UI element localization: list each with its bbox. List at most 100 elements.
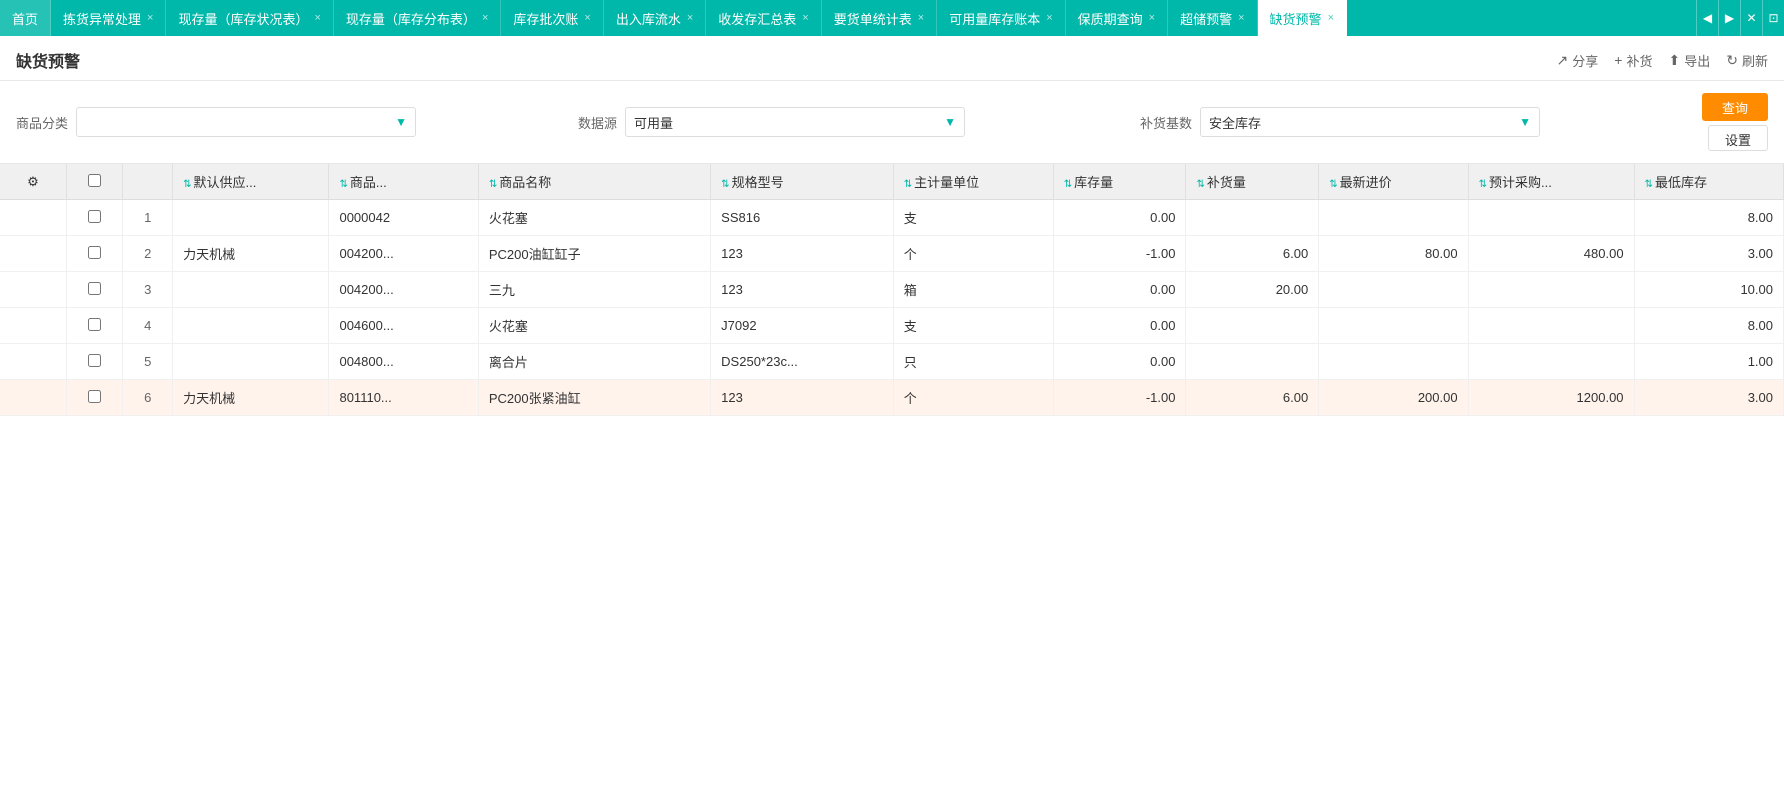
row-min-stock-2: 3.00 bbox=[1634, 236, 1783, 272]
nav-tab-in-out-flow[interactable]: 出入库流水× bbox=[604, 0, 706, 36]
replenish-base-chevron-icon: ▼ bbox=[1519, 115, 1531, 129]
row-latest-price-4 bbox=[1319, 308, 1468, 344]
row-product-code-3: 004200... bbox=[329, 272, 478, 308]
table-container: ⚙ ⇅默认供应... ⇅商品... ⇅商品名称 ⇅规格型号 bbox=[0, 164, 1784, 416]
row-product-name-5: 离合片 bbox=[478, 344, 710, 380]
column-min-stock[interactable]: ⇅最低库存 bbox=[1634, 164, 1783, 200]
filter-actions: 查询 设置 bbox=[1702, 93, 1768, 151]
tab-close-expiry-query[interactable]: × bbox=[1149, 12, 1155, 24]
datasource-select[interactable]: 可用量 ▼ bbox=[625, 107, 965, 137]
header-actions: ↗ 分享 + 补货 ⬆ 导出 ↻ 刷新 bbox=[1557, 51, 1768, 70]
select-all-checkbox[interactable] bbox=[88, 174, 101, 187]
row-min-stock-4: 8.00 bbox=[1634, 308, 1783, 344]
nav-tab-order-stats[interactable]: 要货单统计表× bbox=[822, 0, 937, 36]
row-spec-6: 123 bbox=[711, 380, 894, 416]
row-checkbox-cell[interactable] bbox=[66, 344, 122, 380]
export-button[interactable]: ⬆ 导出 bbox=[1669, 51, 1711, 70]
tab-close-overstock[interactable]: × bbox=[1238, 12, 1244, 24]
tab-close-batch-account[interactable]: × bbox=[584, 12, 590, 24]
column-row-num bbox=[123, 164, 173, 200]
latest-price-sort-icon: ⇅ bbox=[1329, 179, 1337, 190]
stock-sort-icon: ⇅ bbox=[1064, 179, 1072, 190]
nav-tab-overstock[interactable]: 超储预警× bbox=[1168, 0, 1257, 36]
row-checkbox-6[interactable] bbox=[88, 390, 101, 403]
window-close-btn[interactable]: ✕ bbox=[1740, 0, 1762, 36]
column-supplier[interactable]: ⇅默认供应... bbox=[173, 164, 329, 200]
nav-tab-receive-summary[interactable]: 收发存汇总表× bbox=[706, 0, 821, 36]
tab-close-inventory-status[interactable]: × bbox=[314, 12, 320, 24]
tab-close-in-out-flow[interactable]: × bbox=[687, 12, 693, 24]
row-num-6: 6 bbox=[123, 380, 173, 416]
share-button[interactable]: ↗ 分享 bbox=[1557, 51, 1599, 70]
tab-close-order-stats[interactable]: × bbox=[918, 12, 924, 24]
row-gear-cell bbox=[0, 200, 66, 236]
nav-tab-inventory-status[interactable]: 现存量（库存状况表）× bbox=[166, 0, 333, 36]
column-est-purchase[interactable]: ⇅预计采购... bbox=[1468, 164, 1634, 200]
tab-close-available-ledger[interactable]: × bbox=[1046, 12, 1052, 24]
column-product-code[interactable]: ⇅商品... bbox=[329, 164, 478, 200]
row-min-stock-3: 10.00 bbox=[1634, 272, 1783, 308]
row-checkbox-cell[interactable] bbox=[66, 272, 122, 308]
row-num-4: 4 bbox=[123, 308, 173, 344]
row-est-purchase-3 bbox=[1468, 272, 1634, 308]
row-spec-4: J7092 bbox=[711, 308, 894, 344]
table-row: 1 0000042 火花塞 SS816 支 0.00 8.00 bbox=[0, 200, 1784, 236]
nav-tab-batch-account[interactable]: 库存批次账× bbox=[501, 0, 603, 36]
window-maximize-btn[interactable]: ⊡ bbox=[1762, 0, 1784, 36]
column-stock[interactable]: ⇅库存量 bbox=[1053, 164, 1186, 200]
row-supplier-2: 力天机械 bbox=[173, 236, 329, 272]
row-product-name-2: PC200油缸缸子 bbox=[478, 236, 710, 272]
tab-close-receive-summary[interactable]: × bbox=[802, 12, 808, 24]
row-product-code-5: 004800... bbox=[329, 344, 478, 380]
row-spec-2: 123 bbox=[711, 236, 894, 272]
row-checkbox-2[interactable] bbox=[88, 246, 101, 259]
tab-scroll-prev[interactable]: ◀ bbox=[1696, 0, 1718, 36]
nav-tab-available-ledger[interactable]: 可用量库存账本× bbox=[937, 0, 1065, 36]
nav-tab-inventory-dist[interactable]: 现存量（库存分布表）× bbox=[334, 0, 501, 36]
column-gear[interactable]: ⚙ bbox=[0, 164, 66, 200]
tab-close-shortage[interactable]: × bbox=[1328, 12, 1334, 24]
export-icon: ⬆ bbox=[1669, 52, 1681, 69]
row-unit-2: 个 bbox=[893, 236, 1053, 272]
row-product-name-1: 火花塞 bbox=[478, 200, 710, 236]
row-checkbox-5[interactable] bbox=[88, 354, 101, 367]
row-product-name-3: 三九 bbox=[478, 272, 710, 308]
refresh-button[interactable]: ↻ 刷新 bbox=[1726, 51, 1768, 70]
category-select[interactable]: ▼ bbox=[76, 107, 416, 137]
product-code-sort-icon: ⇅ bbox=[339, 179, 347, 190]
column-latest-price[interactable]: ⇅最新进价 bbox=[1319, 164, 1468, 200]
table-row: 6 力天机械 801110... PC200张紧油缸 123 个 -1.00 6… bbox=[0, 380, 1784, 416]
row-checkbox-cell[interactable] bbox=[66, 200, 122, 236]
nav-tab-picking-exception[interactable]: 拣货异常处理× bbox=[51, 0, 166, 36]
replenish-base-value: 安全库存 bbox=[1209, 113, 1261, 132]
row-checkbox-4[interactable] bbox=[88, 318, 101, 331]
filter-group-replenish-base: 补货基数 安全库存 ▼ bbox=[1140, 107, 1702, 137]
row-latest-price-5 bbox=[1319, 344, 1468, 380]
nav-tab-home[interactable]: 首页 bbox=[0, 0, 51, 36]
tab-scroll-next[interactable]: ▶ bbox=[1718, 0, 1740, 36]
table-row: 4 004600... 火花塞 J7092 支 0.00 8.00 bbox=[0, 308, 1784, 344]
tab-close-inventory-dist[interactable]: × bbox=[482, 12, 488, 24]
nav-tab-expiry-query[interactable]: 保质期查询× bbox=[1066, 0, 1168, 36]
filter-group-datasource: 数据源 可用量 ▼ bbox=[578, 107, 1140, 137]
settings-button[interactable]: 设置 bbox=[1708, 125, 1768, 151]
query-button[interactable]: 查询 bbox=[1702, 93, 1768, 121]
column-spec[interactable]: ⇅规格型号 bbox=[711, 164, 894, 200]
replenish-button[interactable]: + 补货 bbox=[1614, 51, 1652, 70]
column-unit[interactable]: ⇅主计量单位 bbox=[893, 164, 1053, 200]
row-checkbox-cell[interactable] bbox=[66, 236, 122, 272]
row-checkbox-1[interactable] bbox=[88, 210, 101, 223]
row-checkbox-cell[interactable] bbox=[66, 308, 122, 344]
row-unit-3: 箱 bbox=[893, 272, 1053, 308]
row-supplier-3 bbox=[173, 272, 329, 308]
tab-close-picking-exception[interactable]: × bbox=[147, 12, 153, 24]
nav-tab-shortage[interactable]: 缺货预警× bbox=[1258, 0, 1347, 36]
row-checkbox-3[interactable] bbox=[88, 282, 101, 295]
row-checkbox-cell[interactable] bbox=[66, 380, 122, 416]
replenish-base-select[interactable]: 安全库存 ▼ bbox=[1200, 107, 1540, 137]
column-replenish[interactable]: ⇅补货量 bbox=[1186, 164, 1319, 200]
column-product-name[interactable]: ⇅商品名称 bbox=[478, 164, 710, 200]
product-name-sort-icon: ⇅ bbox=[489, 179, 497, 190]
datasource-select-value: 可用量 bbox=[634, 113, 673, 132]
row-est-purchase-5 bbox=[1468, 344, 1634, 380]
